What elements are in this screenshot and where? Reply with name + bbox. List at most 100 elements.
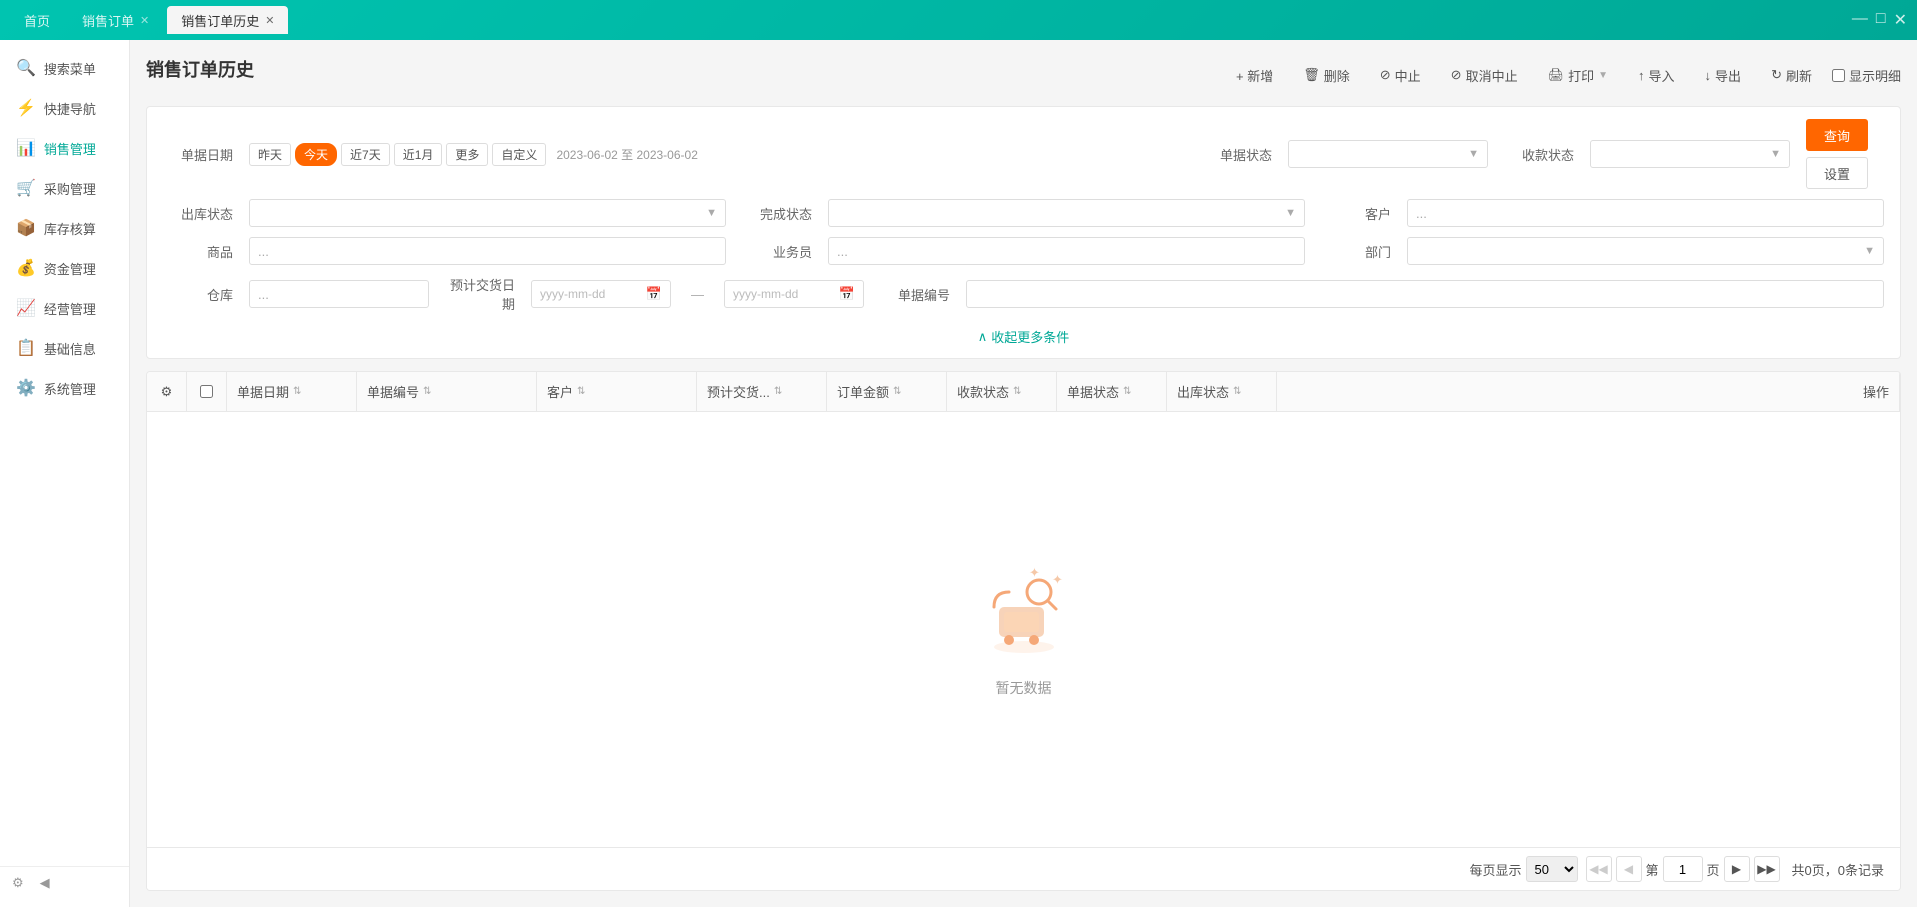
- money-icon: 💰: [16, 258, 36, 278]
- tab-sales-order-history[interactable]: 销售订单历史 ✕: [167, 6, 288, 34]
- goods-input[interactable]: ...: [249, 237, 726, 265]
- last-page-btn[interactable]: ▶▶: [1754, 856, 1780, 882]
- collapse-arrow-icon: ∧: [978, 329, 988, 345]
- complete-status-arrow: ▼: [1285, 207, 1296, 219]
- th-bill-status[interactable]: 单据状态 ⇅: [1057, 372, 1167, 411]
- table-settings-icon: ⚙: [161, 384, 173, 400]
- first-page-btn[interactable]: ◀◀: [1586, 856, 1612, 882]
- complete-status-label: 完成状态: [742, 204, 812, 223]
- date-1month[interactable]: 近1月: [394, 143, 443, 166]
- customer-input[interactable]: ...: [1407, 199, 1884, 227]
- page-number-input[interactable]: [1663, 856, 1703, 882]
- th-amount[interactable]: 订单金额 ⇅: [827, 372, 947, 411]
- sidebar-item-sales[interactable]: 📊 销售管理: [0, 128, 129, 168]
- import-icon: ↑: [1638, 68, 1645, 83]
- th-date[interactable]: 单据日期 ⇅: [227, 372, 357, 411]
- th-delivery[interactable]: 预计交货... ⇅: [697, 372, 827, 411]
- print-button[interactable]: 🖨 打印 ▼: [1538, 61, 1618, 90]
- sidebar-item-finance[interactable]: 💰 资金管理: [0, 248, 129, 288]
- query-setting-group: 查询 设置: [1806, 119, 1884, 189]
- delivery-start-date[interactable]: yyyy-mm-dd 📅: [531, 280, 671, 308]
- sort-bill-status-icon: ⇅: [1123, 386, 1131, 397]
- sidebar-item-system[interactable]: ⚙️ 系统管理: [0, 368, 129, 408]
- tab-home[interactable]: 首页: [10, 6, 64, 34]
- delete-button[interactable]: 🗑 删除: [1293, 61, 1360, 90]
- close-window-btn[interactable]: ✕: [1894, 10, 1907, 30]
- sidebar-settings-icon[interactable]: ⚙: [12, 875, 24, 891]
- date-more[interactable]: 更多: [446, 143, 488, 166]
- prev-page-btn[interactable]: ◀: [1616, 856, 1642, 882]
- bill-status-select[interactable]: ▼: [1288, 140, 1488, 168]
- warehouse-label: 仓库: [163, 285, 233, 304]
- export-button[interactable]: ↓ 导出: [1695, 61, 1752, 90]
- sort-date-icon: ⇅: [293, 386, 301, 397]
- bill-date-label: 单据日期: [163, 145, 233, 164]
- delivery-end-date[interactable]: yyyy-mm-dd 📅: [724, 280, 864, 308]
- salesperson-input[interactable]: ...: [828, 237, 1305, 265]
- stop-icon: ⊘: [1380, 67, 1391, 83]
- goods-label: 商品: [163, 242, 233, 261]
- gear-icon: ⚙️: [16, 378, 36, 398]
- date-custom[interactable]: 自定义: [492, 143, 546, 166]
- sidebar-item-search[interactable]: 🔍 搜索菜单: [0, 48, 129, 88]
- export-icon: ↓: [1705, 68, 1712, 83]
- maximize-btn[interactable]: □: [1876, 10, 1886, 30]
- page-size-selector: 每页显示 10 20 50 100: [1469, 856, 1577, 882]
- display-columns-checkbox[interactable]: [1832, 69, 1845, 82]
- date-7days[interactable]: 近7天: [341, 143, 390, 166]
- th-checkbox[interactable]: [187, 372, 227, 411]
- refresh-icon: ↻: [1771, 67, 1782, 83]
- date-today[interactable]: 今天: [295, 143, 337, 166]
- salesperson-label: 业务员: [742, 242, 812, 261]
- date-yesterday[interactable]: 昨天: [249, 143, 291, 166]
- bill-number-input[interactable]: [966, 280, 1884, 308]
- sidebar-item-base-info[interactable]: 📋 基础信息: [0, 328, 129, 368]
- payment-status-select[interactable]: ▼: [1590, 140, 1790, 168]
- th-out-status[interactable]: 出库状态 ⇅: [1167, 372, 1277, 411]
- add-button[interactable]: + 新增: [1226, 61, 1283, 90]
- sidebar-item-purchase[interactable]: 🛒 采购管理: [0, 168, 129, 208]
- sidebar-item-quick-nav[interactable]: ⚡ 快捷导航: [0, 88, 129, 128]
- setting-button[interactable]: 设置: [1806, 157, 1868, 189]
- top-bar: 首页 销售订单 ✕ 销售订单历史 ✕ — □ ✕: [0, 0, 1917, 40]
- out-status-label: 出库状态: [163, 204, 233, 223]
- sidebar-item-inventory[interactable]: 📦 库存核算: [0, 208, 129, 248]
- sort-customer-icon: ⇅: [577, 386, 585, 397]
- main-content: 销售订单历史 + 新增 🗑 删除 ⊘ 中止 ⊘ 取消中止 🖨: [130, 40, 1917, 907]
- refresh-button[interactable]: ↻ 刷新: [1761, 61, 1822, 90]
- cancel-stop-button[interactable]: ⊘ 取消中止: [1441, 61, 1528, 90]
- complete-status-select[interactable]: ▼: [828, 199, 1305, 227]
- department-select[interactable]: ▼: [1407, 237, 1884, 265]
- minimize-btn[interactable]: —: [1852, 10, 1868, 30]
- print-icon: 🖨: [1548, 67, 1565, 83]
- import-button[interactable]: ↑ 导入: [1628, 61, 1685, 90]
- th-payment[interactable]: 收款状态 ⇅: [947, 372, 1057, 411]
- th-order-num[interactable]: 单据编号 ⇅: [357, 372, 537, 411]
- bill-number-label: 单据编号: [880, 285, 950, 304]
- select-all-checkbox[interactable]: [200, 385, 213, 398]
- box-icon: 📦: [16, 218, 36, 238]
- close-tab-sales-order[interactable]: ✕: [140, 14, 149, 27]
- date-quick-buttons: 昨天 今天 近7天 近1月 更多 自定义: [249, 143, 546, 166]
- display-columns-toggle[interactable]: 显示明细: [1832, 66, 1901, 85]
- next-page-btn[interactable]: ▶: [1724, 856, 1750, 882]
- out-status-select[interactable]: ▼: [249, 199, 726, 227]
- stop-button[interactable]: ⊘ 中止: [1370, 61, 1431, 90]
- pagination: ◀◀ ◀ 第 页 ▶ ▶▶ 共0页，0条记录: [1586, 856, 1885, 882]
- table-footer: 每页显示 10 20 50 100 ◀◀ ◀ 第 页 ▶ ▶▶: [147, 847, 1900, 890]
- warehouse-input[interactable]: ...: [249, 280, 429, 308]
- tab-sales-order[interactable]: 销售订单 ✕: [68, 6, 163, 34]
- sidebar: 🔍 搜索菜单 ⚡ 快捷导航 📊 销售管理 🛒 采购管理 📦 库存核算 💰 资金管…: [0, 40, 130, 907]
- sidebar-item-operations[interactable]: 📈 经营管理: [0, 288, 129, 328]
- th-settings[interactable]: ⚙: [147, 372, 187, 411]
- filter-area: 单据日期 昨天 今天 近7天 近1月 更多 自定义 2023-06-02 至 2…: [146, 106, 1901, 359]
- query-button[interactable]: 查询: [1806, 119, 1868, 151]
- svg-text:✦: ✦: [1052, 572, 1063, 587]
- bill-status-label: 单据状态: [1202, 145, 1272, 164]
- sidebar-collapse-icon[interactable]: ◀: [40, 875, 50, 891]
- close-tab-history[interactable]: ✕: [265, 14, 274, 27]
- collapse-filters[interactable]: ∧ 收起更多条件: [163, 323, 1884, 346]
- calendar-start-icon: 📅: [646, 286, 662, 302]
- page-size-select-input[interactable]: 10 20 50 100: [1526, 856, 1578, 882]
- th-customer[interactable]: 客户 ⇅: [537, 372, 697, 411]
